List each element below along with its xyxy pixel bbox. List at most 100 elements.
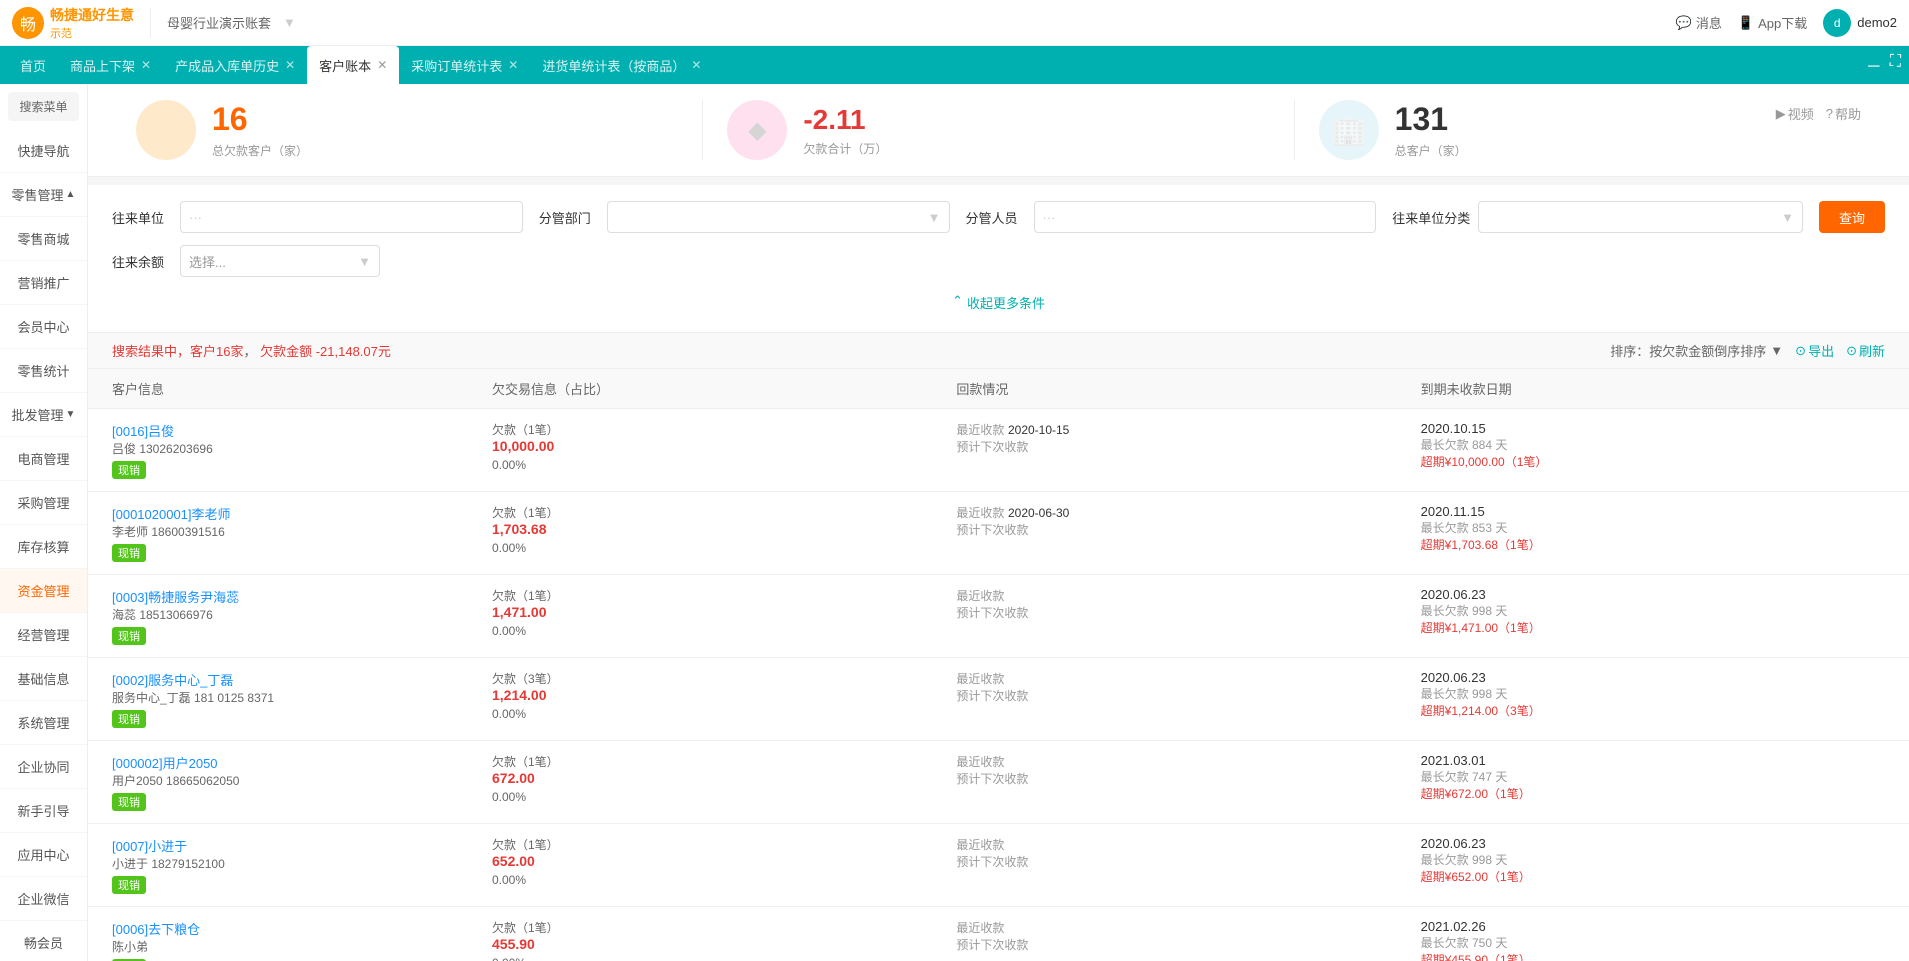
sidebar: 搜索菜单 快捷导航 零售管理 ▲ 零售商城 营销推广 会员中心 零售统计 批发管… (0, 84, 88, 961)
logo-text: 畅捷通好生意 (50, 5, 134, 25)
user-menu[interactable]: d demo2 (1823, 9, 1897, 37)
sidebar-item-enterprise-collab[interactable]: 企业协同 (0, 745, 87, 789)
sidebar-item-batch-mgmt[interactable]: 批发管理 ▼ (0, 393, 87, 437)
dept-select[interactable]: ▼ (607, 201, 950, 233)
sidebar-item-enterprise-wechat[interactable]: 企业微信 (0, 877, 87, 921)
sidebar-item-new-guide[interactable]: 新手引导 (0, 789, 87, 833)
sidebar-item-marketing[interactable]: 营销推广 (0, 261, 87, 305)
search-menu-button[interactable]: 搜索菜单 (8, 92, 79, 121)
sidebar-item-ops-mgmt[interactable]: 经营管理 (0, 613, 87, 657)
debt-amount-1: 1,703.68 (492, 521, 956, 537)
balance-select[interactable]: 选择... ▼ (180, 245, 380, 277)
tabs-minus-icon[interactable]: － (1866, 53, 1882, 77)
tab-close-icon[interactable]: ✕ (691, 58, 701, 72)
due-date-4: 2021.03.01 (1421, 753, 1885, 768)
latest-date-1: 2020-06-30 (1008, 506, 1069, 520)
sidebar-item-retail-mall[interactable]: 零售商城 (0, 217, 87, 261)
due-date-6: 2021.02.26 (1421, 919, 1885, 934)
company-dropdown-icon[interactable]: ▼ (283, 15, 296, 30)
overdue-amount-0[interactable]: 超期¥10,000.00（1笔） (1421, 453, 1885, 470)
customer-phone-0: 吕俊 13026203696 (112, 440, 492, 457)
due-date-0: 2020.10.15 (1421, 421, 1885, 436)
tab-close-icon[interactable]: ✕ (285, 58, 295, 72)
tab-product-offline[interactable]: 商品上下架 ✕ (58, 46, 163, 84)
tab-close-icon[interactable]: ✕ (377, 58, 387, 72)
sidebar-item-member-center[interactable]: 会员中心 (0, 305, 87, 349)
header-left: 畅 畅捷通好生意 示范 母婴行业演示账套 ▼ (12, 5, 296, 41)
sidebar-item-vip-member[interactable]: 畅会员 (0, 921, 87, 961)
debt-ratio-3: 0.00% (492, 707, 956, 721)
recovery-cell-3: 最近收款 预计下次收款 (956, 670, 1420, 704)
overdue-amount-2[interactable]: 超期¥1,471.00（1笔） (1421, 619, 1885, 636)
overdue-amount-4[interactable]: 超期¥672.00（1笔） (1421, 785, 1885, 802)
manager-label: 分管人员 (966, 208, 1026, 227)
customer-name-2[interactable]: [0003]畅捷服务尹海蕊 (112, 587, 492, 606)
customer-tag-0: 现销 (112, 461, 146, 479)
table-row: [0002]服务中心_丁磊 服务中心_丁磊 181 0125 8371 现销 欠… (88, 658, 1909, 741)
collapse-label: 收起更多条件 (967, 293, 1045, 312)
video-help-button[interactable]: ▶ 视频 (1776, 104, 1814, 123)
filter-row-1: 往来单位 ··· 分管部门 ▼ 分管人员 ··· (112, 201, 1885, 233)
export-button[interactable]: ⊙ 导出 (1795, 341, 1834, 360)
unit-category-label: 往来单位分类 (1392, 208, 1470, 227)
collapse-button[interactable]: ⌃ 收起更多条件 (112, 289, 1885, 316)
debt-ratio-2: 0.00% (492, 624, 956, 638)
table-row: [0007]小进于 小进于 18279152100 现销 欠款（1笔） 652.… (88, 824, 1909, 907)
help-button[interactable]: ? 帮助 (1826, 104, 1861, 123)
sidebar-item-finance[interactable]: 资金管理 (0, 569, 87, 613)
tab-inventory-stats[interactable]: 进货单统计表（按商品） ✕ (530, 46, 713, 84)
customer-name-5[interactable]: [0007]小进于 (112, 836, 492, 855)
unit-category-select[interactable]: ▼ (1478, 201, 1803, 233)
overdue-amount-6[interactable]: 超期¥455.90（1笔） (1421, 951, 1885, 961)
debt-amount-6: 455.90 (492, 936, 956, 952)
debt-count-0: 欠款（1笔） (492, 421, 956, 438)
overdue-amount-3[interactable]: 超期¥1,214.00（3笔） (1421, 702, 1885, 719)
stat-card-customers: ¥ 16 总欠款客户（家） (112, 100, 703, 160)
debt-cell-0: 欠款（1笔） 10,000.00 0.00% (492, 421, 956, 472)
balance-placeholder: 选择... (189, 252, 226, 271)
sidebar-item-retail-mgmt[interactable]: 零售管理 ▲ (0, 173, 87, 217)
tab-purchase-order[interactable]: 采购订单统计表 ✕ (399, 46, 530, 84)
message-button[interactable]: 💬 消息 (1676, 13, 1722, 32)
sidebar-item-ecommerce[interactable]: 电商管理 (0, 437, 87, 481)
sidebar-item-app-center[interactable]: 应用中心 (0, 833, 87, 877)
customer-cell-2: [0003]畅捷服务尹海蕊 海蕊 18513066976 现销 (112, 587, 492, 645)
from-unit-input[interactable]: ··· (180, 201, 523, 233)
avatar: d (1823, 9, 1851, 37)
sort-button[interactable]: 排序：按欠款金额倒序排序 ▼ (1610, 341, 1783, 360)
customer-name-3[interactable]: [0002]服务中心_丁磊 (112, 670, 492, 689)
debt-cell-1: 欠款（1笔） 1,703.68 0.00% (492, 504, 956, 555)
customer-tag-4: 现销 (112, 793, 146, 811)
tabs-expand-icon[interactable]: ⛶ (1890, 53, 1901, 77)
sidebar-item-purchase-mgmt[interactable]: 采购管理 (0, 481, 87, 525)
recovery-cell-2: 最近收款 预计下次收款 (956, 587, 1420, 621)
tab-customer-account[interactable]: 客户账本 ✕ (307, 46, 399, 84)
debt-ratio-4: 0.00% (492, 790, 956, 804)
latest-date-0: 2020-10-15 (1008, 423, 1069, 437)
overdue-amount-1[interactable]: 超期¥1,703.68（1笔） (1421, 536, 1885, 553)
due-cell-0: 2020.10.15 最长欠款 884 天 超期¥10,000.00（1笔） (1421, 421, 1885, 470)
sidebar-item-quick-nav[interactable]: 快捷导航 (0, 129, 87, 173)
next-payment-6: 预计下次收款 (956, 936, 1420, 953)
sidebar-item-sys-mgmt[interactable]: 系统管理 (0, 701, 87, 745)
customer-name-4[interactable]: [000002]用户2050 (112, 753, 492, 772)
customer-name-0[interactable]: [0016]吕俊 (112, 421, 492, 440)
tab-close-icon[interactable]: ✕ (141, 58, 151, 72)
latest-label-3: 最近收款 (956, 672, 1004, 686)
tab-product-history[interactable]: 产成品入库单历史 ✕ (163, 46, 307, 84)
manager-input[interactable]: ··· (1034, 201, 1377, 233)
sidebar-item-basic-info[interactable]: 基础信息 (0, 657, 87, 701)
refresh-button[interactable]: ⊙ 刷新 (1846, 341, 1885, 360)
search-button[interactable]: 查询 (1819, 201, 1885, 233)
debt-amount-4: 672.00 (492, 770, 956, 786)
table-row: [0006]去下粮仓 陈小弟 现销 欠款（1笔） 455.90 0.00% 最近… (88, 907, 1909, 961)
tab-close-icon[interactable]: ✕ (508, 58, 518, 72)
overdue-amount-5[interactable]: 超期¥652.00（1笔） (1421, 868, 1885, 885)
sidebar-item-inventory[interactable]: 库存核算 (0, 525, 87, 569)
logo-icon: 畅 (12, 7, 44, 39)
customer-name-1[interactable]: [0001020001]李老师 (112, 504, 492, 523)
sidebar-item-retail-stats[interactable]: 零售统计 (0, 349, 87, 393)
customer-name-6[interactable]: [0006]去下粮仓 (112, 919, 492, 938)
app-download-button[interactable]: 📱 App下载 (1738, 13, 1807, 32)
tab-home[interactable]: 首页 (8, 46, 58, 84)
